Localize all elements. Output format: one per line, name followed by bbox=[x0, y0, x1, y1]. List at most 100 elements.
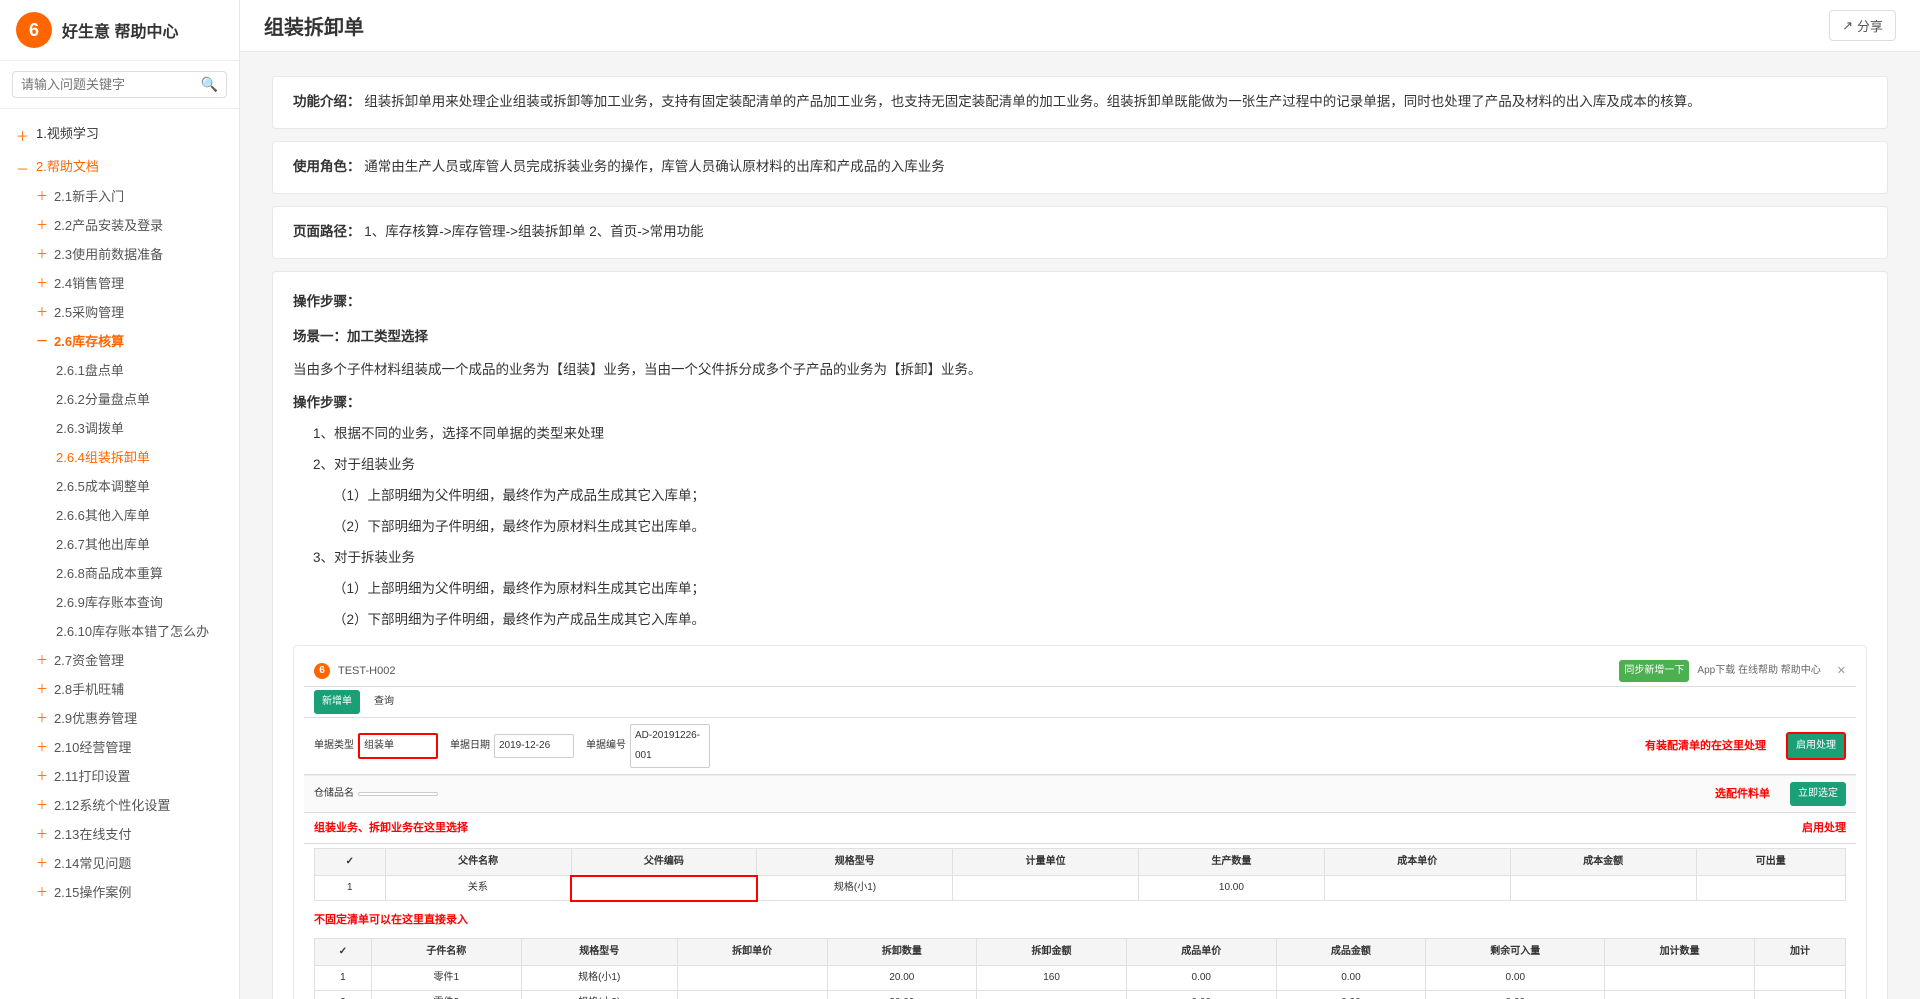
mock-badge-new: 同步新增一下 bbox=[1619, 660, 1689, 682]
table-header-unit: 计量单位 bbox=[953, 848, 1139, 876]
screenshot-inner: 6 TEST-H002 同步新增一下 App下载 在线帮助 帮助中心 ✕ 新增单… bbox=[304, 656, 1856, 999]
ops-steps-label: 操作步骤： bbox=[293, 389, 1867, 416]
step3-1: （1）上部明细为父件明细，最终作为原材料生成其它出库单； bbox=[293, 575, 1867, 602]
path-text: 1、库存核算->库存管理->组装拆卸单 2、首页->常用功能 bbox=[364, 224, 703, 239]
mock-tab2[interactable]: 查询 bbox=[366, 690, 402, 714]
sidebar-item-ops[interactable]: ＋ 2.10经营管理 bbox=[0, 732, 239, 761]
sidebar-item-stockcheck-label: 2.6.1盘点单 bbox=[56, 360, 124, 379]
ops-title: 操作步骤： bbox=[293, 288, 1867, 315]
mock-tab-active[interactable]: 新增单 bbox=[314, 690, 360, 714]
step1: 1、根据不同的业务，选择不同单据的类型来处理 bbox=[293, 420, 1867, 447]
nav-section-videos: ＋ 1.视频学习 bbox=[0, 117, 239, 148]
sidebar-item-sales[interactable]: ＋ 2.4销售管理 bbox=[0, 268, 239, 297]
plus-icon: ＋ bbox=[36, 883, 48, 900]
sidebar-item-mobile[interactable]: ＋ 2.8手机旺辅 bbox=[0, 674, 239, 703]
mock-date-label: 单据日期 bbox=[450, 736, 490, 756]
plus-icon: ＋ bbox=[16, 126, 30, 140]
sidebar-item-docs[interactable]: － 2.帮助文档 bbox=[0, 150, 239, 181]
sidebar-item-assembly[interactable]: 2.6.4组装拆卸单 bbox=[56, 442, 239, 471]
sidebar-item-install[interactable]: ＋ 2.2产品安装及登录 bbox=[0, 210, 239, 239]
mock-upper-table-area: ✓ 父件名称 父件编码 规格型号 计量单位 生产数量 成本单价 成本金额 可出量 bbox=[304, 844, 1856, 906]
mock-select-btn[interactable]: 立即选定 bbox=[1790, 782, 1846, 806]
table-header-qty: 生产数量 bbox=[1139, 848, 1325, 876]
search-input[interactable] bbox=[21, 77, 201, 92]
sidebar-item-payment-label: 2.13在线支付 bbox=[54, 824, 131, 843]
sidebar-item-customize[interactable]: ＋ 2.12系统个性化设置 bbox=[0, 790, 239, 819]
sidebar-item-mobile-label: 2.8手机旺辅 bbox=[54, 679, 124, 698]
sidebar-item-finance-label: 2.7资金管理 bbox=[54, 650, 124, 669]
mock-field-wh: 仓储品名 bbox=[314, 784, 438, 804]
mock-app-icons: App下载 在线帮助 帮助中心 bbox=[1697, 661, 1820, 681]
mock-field-type: 单据类型 组装单 bbox=[314, 733, 438, 759]
mock-code-value[interactable]: AD-20191226-001 bbox=[630, 724, 710, 768]
plus-icon: ＋ bbox=[36, 825, 48, 842]
top-bar: 组装拆卸单 ↗ 分享 bbox=[240, 0, 1920, 52]
nav-section-docs: － 2.帮助文档 ＋ 2.1新手入门 ＋ 2.2产品安装及登录 ＋ 2.3使用前… bbox=[0, 150, 239, 906]
role-text: 通常由生产人员或库管人员完成拆装业务的操作，库管人员确认原材料的出库和产成品的入… bbox=[364, 159, 945, 174]
plus-icon: ＋ bbox=[36, 651, 48, 668]
search-box[interactable]: 🔍 bbox=[12, 71, 227, 98]
share-button[interactable]: ↗ 分享 bbox=[1829, 10, 1896, 41]
plus-icon: ＋ bbox=[36, 187, 48, 204]
sidebar-item-finance[interactable]: ＋ 2.7资金管理 bbox=[0, 645, 239, 674]
sidebar-item-videos-label: 1.视频学习 bbox=[36, 123, 99, 142]
sidebar-item-payment[interactable]: ＋ 2.13在线支付 bbox=[0, 819, 239, 848]
logo-icon: 6 bbox=[16, 12, 52, 48]
sidebar-item-stockfix[interactable]: 2.6.10库存账本错了怎么办 bbox=[56, 616, 239, 645]
plus-icon: ＋ bbox=[36, 709, 48, 726]
main-content-area: 组装拆卸单 ↗ 分享 功能介绍： 组装拆卸单用来处理企业组装或拆卸等加工业务，支… bbox=[240, 0, 1920, 999]
app-logo-icon: 6 bbox=[314, 663, 330, 679]
sidebar-item-dataprep[interactable]: ＋ 2.3使用前数据准备 bbox=[0, 239, 239, 268]
intro-block: 功能介绍： 组装拆卸单用来处理企业组装或拆卸等加工业务，支持有固定装配清单的产品… bbox=[272, 76, 1888, 129]
plus-icon: ＋ bbox=[36, 796, 48, 813]
mock-process-btn[interactable]: 启用处理 bbox=[1786, 732, 1846, 760]
sidebar-item-costrecalc-label: 2.6.8商品成本重算 bbox=[56, 563, 163, 582]
sidebar-item-print[interactable]: ＋ 2.11打印设置 bbox=[0, 761, 239, 790]
mock-sub-table: ✓ 子件名称 规格型号 拆卸单价 拆卸数量 拆卸金额 成品单价 成品金额 剩余可 bbox=[314, 938, 1846, 999]
sidebar: 6 好生意 帮助中心 🔍 ＋ 1.视频学习 － 2.帮助文档 ＋ 2.1 bbox=[0, 0, 240, 999]
sidebar-item-stockquery-label: 2.6.9库存账本查询 bbox=[56, 592, 163, 611]
mock-type-value[interactable]: 组装单 bbox=[358, 733, 438, 759]
search-icon[interactable]: 🔍 bbox=[201, 76, 218, 93]
step3-2: （2）下部明细为子件明细，最终作为产成品生成其它入库单。 bbox=[293, 606, 1867, 633]
step2-1: （1）上部明细为父件明细，最终作为产成品生成其它入库单； bbox=[293, 482, 1867, 509]
mock-field-code: 单据编号 AD-20191226-001 bbox=[586, 724, 710, 768]
sidebar-item-otherinstock[interactable]: 2.6.6其他入库单 bbox=[56, 500, 239, 529]
sidebar-item-newbie[interactable]: ＋ 2.1新手入门 bbox=[0, 181, 239, 210]
sidebar-item-cases[interactable]: ＋ 2.15操作案例 bbox=[0, 877, 239, 906]
annotation4-text: 不固定清单可以在这里直接录入 bbox=[314, 909, 468, 931]
nav-tree: ＋ 1.视频学习 － 2.帮助文档 ＋ 2.1新手入门 ＋ 2.2产品安装及登录 bbox=[0, 109, 239, 999]
sidebar-item-partcheck[interactable]: 2.6.2分量盘点单 bbox=[56, 384, 239, 413]
sidebar-item-faq[interactable]: ＋ 2.14常见问题 bbox=[0, 848, 239, 877]
scene1-desc: 当由多个子件材料组装成一个成品的业务为【组装】业务，当由一个父件拆分成多个子产品… bbox=[293, 356, 1867, 383]
sidebar-item-inventory[interactable]: － 2.6库存核算 bbox=[0, 326, 239, 355]
sidebar-item-costrecalc[interactable]: 2.6.8商品成本重算 bbox=[56, 558, 239, 587]
mock-wh-value[interactable] bbox=[358, 792, 438, 796]
sidebar-item-coupon[interactable]: ＋ 2.9优惠券管理 bbox=[0, 703, 239, 732]
mock-sub-table-area: ✓ 子件名称 规格型号 拆卸单价 拆卸数量 拆卸金额 成品单价 成品金额 剩余可 bbox=[304, 934, 1856, 999]
sidebar-item-cases-label: 2.15操作案例 bbox=[54, 882, 131, 901]
sidebar-item-assembly-label: 2.6.4组装拆卸单 bbox=[56, 447, 150, 466]
close-icon[interactable]: ✕ bbox=[1837, 660, 1846, 682]
mock-section-header: 组装业务、拆卸业务在这里选择 启用处理 bbox=[304, 813, 1856, 844]
mock-app: 6 TEST-H002 同步新增一下 App下载 在线帮助 帮助中心 ✕ 新增单… bbox=[304, 656, 1856, 999]
table-row: 1 关系 规格(小1) 10.00 bbox=[315, 876, 1846, 901]
table-header-cost-unit: 成本单价 bbox=[1324, 848, 1510, 876]
scene1-title: 场景一：加工类型选择 bbox=[293, 323, 1867, 350]
sidebar-item-transfer[interactable]: 2.6.3调拨单 bbox=[56, 413, 239, 442]
mock-date-value[interactable]: 2019-12-26 bbox=[494, 734, 574, 758]
sidebar-item-videos[interactable]: ＋ 1.视频学习 bbox=[0, 117, 239, 148]
annotation1-text: 有装配清单的在这里处理 bbox=[1645, 735, 1766, 757]
table-row: 2 零件2 规格(小2) 30.00 0.00 0.00 0.00 bbox=[315, 990, 1846, 999]
sidebar-item-transfer-label: 2.6.3调拨单 bbox=[56, 418, 124, 437]
sidebar-item-dataprep-label: 2.3使用前数据准备 bbox=[54, 244, 163, 263]
sidebar-item-costadjust[interactable]: 2.6.5成本调整单 bbox=[56, 471, 239, 500]
nav-sub-children-inventory: 2.6.1盘点单 2.6.2分量盘点单 2.6.3调拨单 2.6.4组装拆卸单 … bbox=[0, 355, 239, 645]
sidebar-item-stockfix-label: 2.6.10库存账本错了怎么办 bbox=[56, 621, 209, 640]
sidebar-item-ops-label: 2.10经营管理 bbox=[54, 737, 131, 756]
plus-icon: ＋ bbox=[36, 680, 48, 697]
sidebar-item-stockcheck[interactable]: 2.6.1盘点单 bbox=[56, 355, 239, 384]
sidebar-item-purchase[interactable]: ＋ 2.5采购管理 bbox=[0, 297, 239, 326]
sidebar-item-stockquery[interactable]: 2.6.9库存账本查询 bbox=[56, 587, 239, 616]
sidebar-item-otheroutstock[interactable]: 2.6.7其他出库单 bbox=[56, 529, 239, 558]
